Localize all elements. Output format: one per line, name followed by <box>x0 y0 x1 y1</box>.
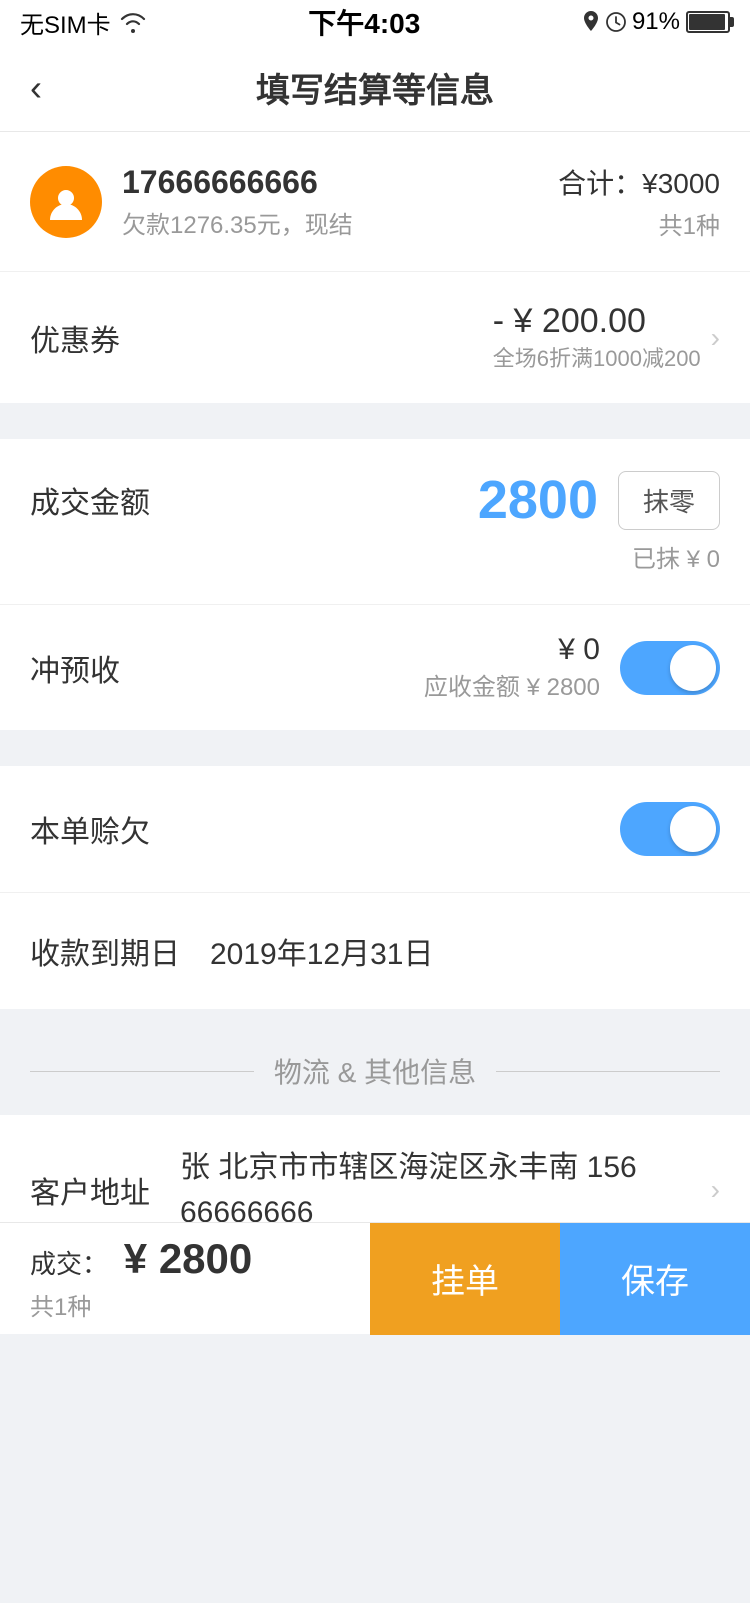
debt-toggle[interactable] <box>620 802 720 856</box>
logistics-line-right <box>496 1071 720 1072</box>
battery-icon <box>686 11 730 33</box>
content-area: 17666666666 欠款1276.35元，现结 合计：¥3000 共1种 优… <box>0 132 750 1603</box>
status-bar: 无SIM卡 下午4:03 91% <box>0 0 750 44</box>
due-date-row: 收款到期日 2019年12月31日 <box>0 892 750 1009</box>
status-time: 下午4:03 <box>308 2 420 42</box>
prepayment-right: ¥ 0 应收金额 ¥ 2800 <box>424 633 720 702</box>
logistics-line-left <box>30 1071 254 1072</box>
debt-toggle-knob <box>670 806 716 852</box>
address-label: 客户地址 <box>30 1168 150 1212</box>
total-amount: 合计：¥3000 <box>558 162 720 202</box>
customer-coupon-card: 17666666666 欠款1276.35元，现结 合计：¥3000 共1种 优… <box>0 132 750 403</box>
round-button[interactable]: 抹零 <box>618 471 720 530</box>
transaction-label: 成交金额 <box>30 478 150 522</box>
prepayment-row: 冲预收 ¥ 0 应收金额 ¥ 2800 <box>0 604 750 730</box>
debt-row: 本单赊欠 <box>0 766 750 892</box>
location-icon <box>582 11 600 33</box>
prepayment-toggle[interactable] <box>620 641 720 695</box>
due-date-value: 2019年12月31日 <box>210 929 433 973</box>
footer-total-label: 成交： <box>30 1249 108 1279</box>
status-left: 无SIM卡 <box>20 5 147 40</box>
customer-phone: 17666666666 <box>122 164 353 201</box>
pending-button[interactable]: 挂单 <box>370 1223 560 1335</box>
wifi-icon <box>119 11 147 33</box>
coupon-right: - ¥ 200.00 全场6折满1000减200 › <box>493 302 720 373</box>
prepayment-amount: ¥ 0 <box>424 633 600 667</box>
coupon-discount: - ¥ 200.00 <box>493 302 701 341</box>
customer-details: 17666666666 欠款1276.35元，现结 <box>122 164 353 240</box>
nav-bar: ‹ 填写结算等信息 <box>0 44 750 132</box>
amount-value-group: 2800 抹零 <box>478 469 720 531</box>
coupon-info: - ¥ 200.00 全场6折满1000减200 <box>493 302 701 373</box>
customer-sub: 欠款1276.35元，现结 <box>122 205 353 240</box>
logistics-header: 物流 & 其他信息 <box>0 1027 750 1115</box>
customer-info-left: 17666666666 欠款1276.35元，现结 <box>30 164 353 240</box>
amount-row: 成交金额 2800 抹零 <box>30 469 720 531</box>
customer-total: 合计：¥3000 共1种 <box>558 162 720 241</box>
save-button[interactable]: 保存 <box>560 1223 750 1335</box>
footer-total-row: 成交： ¥ 2800 <box>30 1235 340 1283</box>
chevron-right-icon: › <box>711 322 720 354</box>
footer-count: 共1种 <box>30 1287 340 1322</box>
coupon-label: 优惠券 <box>30 316 120 360</box>
footer: 成交： ¥ 2800 共1种 挂单 保存 <box>0 1222 750 1334</box>
due-date-label: 收款到期日 <box>30 929 180 973</box>
debt-section: 本单赊欠 收款到期日 2019年12月31日 <box>0 766 750 1009</box>
prepayment-values: ¥ 0 应收金额 ¥ 2800 <box>424 633 600 702</box>
amount-section: 成交金额 2800 抹零 已抹 ¥ 0 <box>0 439 750 604</box>
back-button[interactable]: ‹ <box>30 67 42 109</box>
debt-label: 本单赊欠 <box>30 807 150 851</box>
coupon-sub: 全场6折满1000减200 <box>493 341 701 373</box>
page-title: 填写结算等信息 <box>256 63 494 112</box>
logistics-title: 物流 & 其他信息 <box>274 1051 476 1091</box>
section-divider-1 <box>0 421 750 439</box>
footer-info: 成交： ¥ 2800 共1种 <box>0 1235 370 1322</box>
battery-percent: 91% <box>632 8 680 36</box>
section-divider-2 <box>0 748 750 766</box>
footer-total-amount: ¥ 2800 <box>124 1235 252 1282</box>
avatar <box>30 166 102 238</box>
transaction-sub: 已抹 ¥ 0 <box>30 539 720 574</box>
transaction-amount: 2800 <box>478 469 598 531</box>
prepayment-label: 冲预收 <box>30 646 120 690</box>
clock-icon <box>606 12 626 32</box>
transaction-section: 成交金额 2800 抹零 已抹 ¥ 0 冲预收 ¥ 0 应收金额 ¥ 2800 <box>0 439 750 730</box>
address-chevron-icon: › <box>711 1174 720 1206</box>
prepayment-sub: 应收金额 ¥ 2800 <box>424 667 600 702</box>
status-right: 91% <box>582 8 730 36</box>
coupon-row[interactable]: 优惠券 - ¥ 200.00 全场6折满1000减200 › <box>0 271 750 403</box>
toggle-knob <box>670 645 716 691</box>
customer-row: 17666666666 欠款1276.35元，现结 合计：¥3000 共1种 <box>0 132 750 271</box>
no-sim-label: 无SIM卡 <box>20 5 111 40</box>
total-count: 共1种 <box>558 206 720 241</box>
